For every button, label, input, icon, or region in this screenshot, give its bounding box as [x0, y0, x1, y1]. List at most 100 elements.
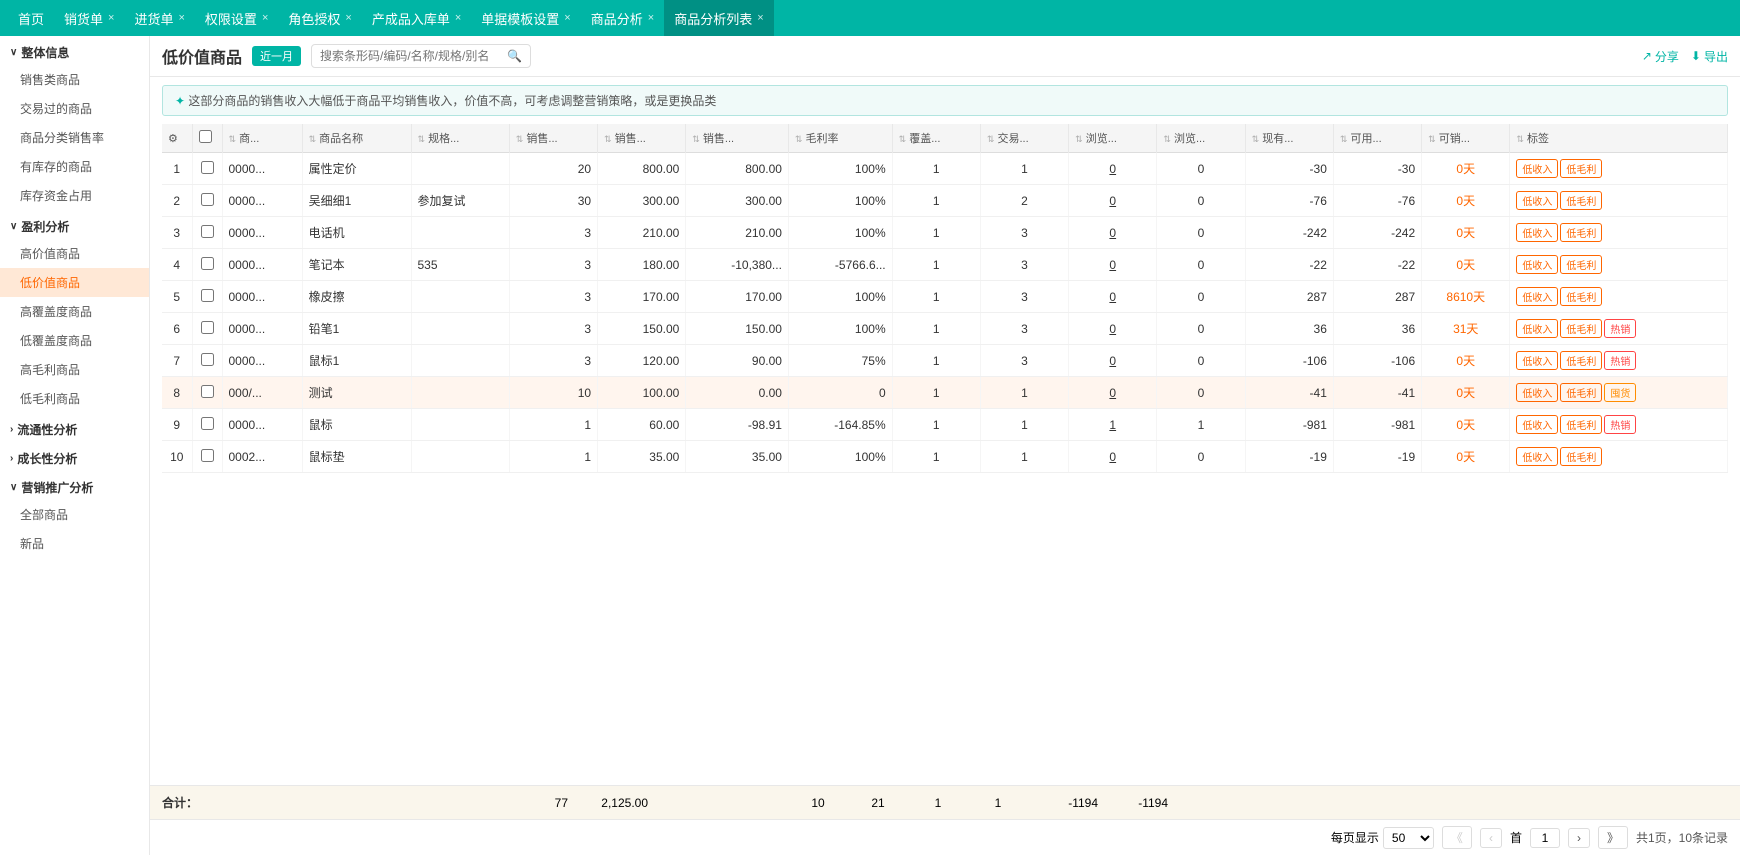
nav-item-单据模板设置[interactable]: 单据模板设置×: [471, 0, 580, 36]
row-checkbox[interactable]: [201, 161, 214, 174]
browse1-link[interactable]: 0: [1109, 226, 1116, 240]
next-page-button[interactable]: ›: [1568, 828, 1590, 848]
sidebar-section-流通性分析[interactable]: ›流通性分析: [0, 413, 149, 442]
browse1-link[interactable]: 0: [1109, 162, 1116, 176]
col-header-browse1[interactable]: ⇅ 浏览...: [1069, 124, 1157, 153]
browse1-link[interactable]: 0: [1109, 194, 1116, 208]
close-tab-icon[interactable]: ×: [178, 12, 184, 24]
browse1-link[interactable]: 0: [1109, 450, 1116, 464]
sidebar-item-低价值商品[interactable]: 低价值商品: [0, 268, 149, 297]
prev-page-button[interactable]: ‹: [1480, 828, 1502, 848]
sidebar-section-盈利分析[interactable]: ∨盈利分析: [0, 210, 149, 239]
row-browse1[interactable]: 1: [1069, 409, 1157, 441]
col-header-coverage[interactable]: ⇅ 覆盖...: [892, 124, 980, 153]
row-browse1[interactable]: 0: [1069, 153, 1157, 185]
nav-item-首页[interactable]: 首页: [8, 0, 54, 36]
page-number-input[interactable]: [1530, 828, 1560, 848]
browse1-link[interactable]: 0: [1109, 290, 1116, 304]
nav-item-进货单[interactable]: 进货单×: [124, 0, 194, 36]
first-page-button[interactable]: 《: [1442, 826, 1472, 849]
sidebar-item-低覆盖度商品[interactable]: 低覆盖度商品: [0, 326, 149, 355]
col-header-gross_margin[interactable]: ⇅ 毛利率: [788, 124, 892, 153]
row-checkbox[interactable]: [201, 417, 214, 430]
row-spec: [411, 345, 509, 377]
col-header-tags[interactable]: ⇅ 标签: [1510, 124, 1728, 153]
nav-item-权限设置[interactable]: 权限设置×: [195, 0, 278, 36]
browse1-link[interactable]: 0: [1109, 258, 1116, 272]
nav-item-销货单[interactable]: 销货单×: [54, 0, 124, 36]
col-header-browse2[interactable]: ⇅ 浏览...: [1157, 124, 1245, 153]
close-tab-icon[interactable]: ×: [262, 12, 268, 24]
col-header-sales_qty[interactable]: ⇅ 销售...: [509, 124, 597, 153]
search-icon[interactable]: 🔍: [507, 49, 522, 63]
sidebar-item-商品分类销售率[interactable]: 商品分类销售率: [0, 123, 149, 152]
close-tab-icon[interactable]: ×: [108, 12, 114, 24]
nav-item-产成品入库单[interactable]: 产成品入库单×: [362, 0, 471, 36]
row-browse1[interactable]: 0: [1069, 441, 1157, 473]
col-header-available[interactable]: ⇅ 可用...: [1333, 124, 1421, 153]
sidebar-item-高毛利商品[interactable]: 高毛利商品: [0, 355, 149, 384]
row-checkbox[interactable]: [201, 257, 214, 270]
close-tab-icon[interactable]: ×: [345, 12, 351, 24]
row-browse1[interactable]: 0: [1069, 313, 1157, 345]
nav-item-商品分析列表[interactable]: 商品分析列表×: [664, 0, 773, 36]
browse1-link[interactable]: 0: [1109, 354, 1116, 368]
sidebar-item-全部商品[interactable]: 全部商品: [0, 500, 149, 529]
row-browse1[interactable]: 0: [1069, 345, 1157, 377]
col-header-settings[interactable]: ⚙: [162, 124, 192, 153]
tag-label: 低收入: [1516, 159, 1558, 178]
sidebar-item-新品[interactable]: 新品: [0, 529, 149, 558]
row-browse1[interactable]: 0: [1069, 185, 1157, 217]
search-input[interactable]: [311, 44, 531, 68]
sidebar-section-营销推广分析[interactable]: ∨营销推广分析: [0, 471, 149, 500]
row-browse1[interactable]: 0: [1069, 281, 1157, 313]
sidebar-item-交易过的商品[interactable]: 交易过的商品: [0, 94, 149, 123]
row-browse1[interactable]: 0: [1069, 249, 1157, 281]
sidebar-item-库存资金占用[interactable]: 库存资金占用: [0, 181, 149, 210]
row-checkbox[interactable]: [201, 385, 214, 398]
select-all-checkbox[interactable]: [199, 130, 212, 143]
tag-label: 低收入: [1516, 351, 1558, 370]
col-header-spec[interactable]: ⇅ 规格...: [411, 124, 509, 153]
nav-item-商品分析[interactable]: 商品分析×: [581, 0, 664, 36]
tag-label: 热销: [1604, 351, 1636, 370]
sidebar-item-销售类商品[interactable]: 销售类商品: [0, 65, 149, 94]
sidebar-section-整体信息[interactable]: ∨整体信息: [0, 36, 149, 65]
row-browse1[interactable]: 0: [1069, 377, 1157, 409]
last-page-button[interactable]: 》: [1598, 826, 1628, 849]
col-header-sales_price[interactable]: ⇅ 销售...: [598, 124, 686, 153]
col-header-sales_amount[interactable]: ⇅ 销售...: [686, 124, 789, 153]
browse1-link[interactable]: 0: [1109, 386, 1116, 400]
row-checkbox[interactable]: [201, 449, 214, 462]
row-checkbox[interactable]: [201, 353, 214, 366]
sidebar-item-高覆盖度商品[interactable]: 高覆盖度商品: [0, 297, 149, 326]
row-checkbox[interactable]: [201, 193, 214, 206]
row-checkbox[interactable]: [201, 321, 214, 334]
per-page-select[interactable]: 50 100: [1383, 827, 1434, 849]
row-browse2: 0: [1157, 217, 1245, 249]
col-header-name[interactable]: ⇅ 商品名称: [302, 124, 411, 153]
col-header-code[interactable]: ⇅ 商...: [222, 124, 302, 153]
close-tab-icon[interactable]: ×: [757, 12, 763, 24]
col-header-current[interactable]: ⇅ 现有...: [1245, 124, 1333, 153]
sidebar-item-高价值商品[interactable]: 高价值商品: [0, 239, 149, 268]
period-button[interactable]: 近一月: [252, 46, 301, 66]
browse1-link[interactable]: 0: [1109, 322, 1116, 336]
close-tab-icon[interactable]: ×: [564, 12, 570, 24]
sidebar-item-低毛利商品[interactable]: 低毛利商品: [0, 384, 149, 413]
close-tab-icon[interactable]: ×: [648, 12, 654, 24]
share-button[interactable]: ↗ 分享: [1642, 48, 1679, 65]
col-header-salable[interactable]: ⇅ 可销...: [1422, 124, 1510, 153]
sidebar-item-有库存的商品[interactable]: 有库存的商品: [0, 152, 149, 181]
browse1-link[interactable]: 1: [1109, 418, 1116, 432]
table-container[interactable]: ⚙⇅ 商...⇅ 商品名称⇅ 规格...⇅ 销售...⇅ 销售...⇅ 销售..…: [150, 124, 1740, 785]
export-button[interactable]: ⬇ 导出: [1691, 48, 1728, 65]
sidebar-section-成长性分析[interactable]: ›成长性分析: [0, 442, 149, 471]
col-header-checkbox[interactable]: [192, 124, 222, 153]
row-checkbox[interactable]: [201, 289, 214, 302]
nav-item-角色授权[interactable]: 角色授权×: [278, 0, 361, 36]
col-header-transaction[interactable]: ⇅ 交易...: [980, 124, 1068, 153]
row-browse1[interactable]: 0: [1069, 217, 1157, 249]
row-checkbox[interactable]: [201, 225, 214, 238]
close-tab-icon[interactable]: ×: [455, 12, 461, 24]
